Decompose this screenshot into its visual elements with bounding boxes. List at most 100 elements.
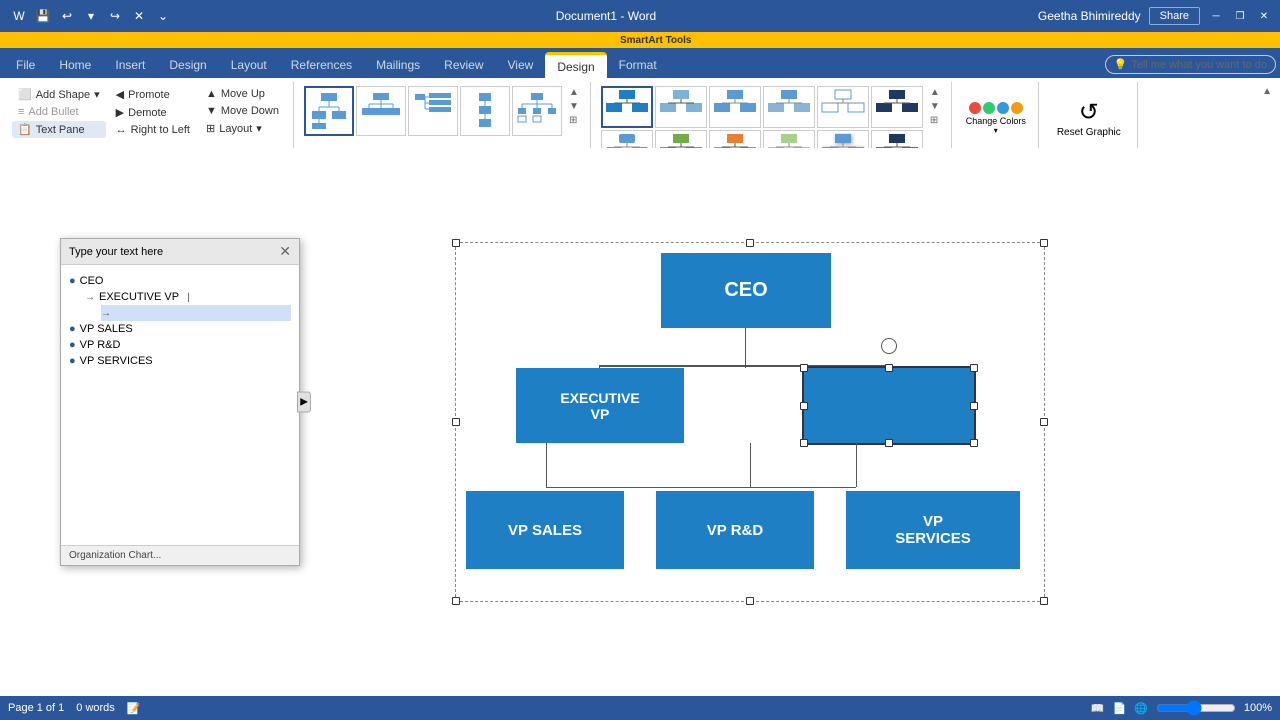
demote-button[interactable]: ▶ Demote [110, 104, 196, 121]
tab-home[interactable]: Home [47, 52, 103, 78]
new-handle-tl[interactable] [800, 364, 808, 372]
move-down-button[interactable]: ▼ Move Down [200, 103, 285, 119]
tab-view[interactable]: View [496, 52, 546, 78]
text-pane-expand-button[interactable]: ▶ [297, 392, 311, 413]
handle-bl[interactable] [452, 597, 460, 605]
tab-format[interactable]: Format [607, 52, 669, 78]
status-bar: Page 1 of 1 0 words 📝 📖 📄 🌐 100% [0, 696, 1280, 720]
tab-file[interactable]: File [4, 52, 47, 78]
layout-thumb-2[interactable] [356, 86, 406, 136]
style-thumb-4[interactable] [763, 86, 815, 128]
style-thumb-6[interactable] [871, 86, 923, 128]
smartart-diagram-area[interactable]: CEO EXECUTIVEVP [300, 228, 1200, 616]
proofing-icon[interactable]: 📝 [127, 702, 141, 715]
promote-button[interactable]: ◀ Promote [110, 86, 196, 103]
new-handle-tc[interactable] [885, 364, 893, 372]
add-shape-button[interactable]: ⬜ Add Shape ▾ [12, 86, 106, 103]
style-thumb-simple-fill[interactable] [601, 86, 653, 128]
new-handle-mr[interactable] [970, 402, 978, 410]
change-colors-button[interactable]: Change Colors ▾ [962, 98, 1030, 139]
handle-br[interactable] [1040, 597, 1048, 605]
bullet-new: → [101, 308, 111, 319]
smartart-node-ceo[interactable]: CEO [661, 253, 831, 328]
layout-button[interactable]: ⊞ Layout ▾ [200, 120, 285, 137]
web-view-icon[interactable]: 🌐 [1134, 702, 1148, 715]
layout-dropdown[interactable]: ▾ [256, 122, 262, 135]
restore-button[interactable]: ❐ [1232, 8, 1248, 24]
change-colors-dropdown[interactable]: ▾ [994, 126, 998, 135]
right-to-left-button[interactable]: ↔ Right to Left [110, 122, 196, 138]
add-bullet-button[interactable]: ≡ Add Bullet [12, 104, 106, 120]
tab-layout[interactable]: Layout [219, 52, 279, 78]
tab-references[interactable]: References [279, 52, 364, 78]
promote-icon: ◀ [116, 88, 124, 101]
tab-insert[interactable]: Insert [103, 52, 157, 78]
handle-mr[interactable] [1040, 418, 1048, 426]
tab-mailings[interactable]: Mailings [364, 52, 432, 78]
close-edit-button[interactable]: ✕ [128, 5, 150, 27]
cursor-exec-vp: | [187, 292, 190, 303]
handle-tc[interactable] [746, 239, 754, 247]
undo-dropdown[interactable]: ▾ [80, 5, 102, 27]
smartart-node-new[interactable]: ↻ [804, 368, 974, 443]
tab-review[interactable]: Review [432, 52, 495, 78]
smartart-node-vp-services[interactable]: VPSERVICES [846, 491, 1020, 569]
gallery-expand[interactable]: ⊞ [566, 114, 582, 127]
layout-thumb-3[interactable] [408, 86, 458, 136]
tab-design[interactable]: Design [157, 52, 218, 78]
text-pane-item-new[interactable]: → [101, 305, 291, 321]
smartart-node-exec-vp[interactable]: EXECUTIVEVP [516, 368, 684, 443]
styles-scroll-down[interactable]: ▼ [927, 100, 943, 113]
text-pane-item-ceo: ● CEO [69, 273, 291, 289]
redo-button[interactable]: ↪ [104, 5, 126, 27]
styles-scroll-up[interactable]: ▲ [927, 86, 943, 99]
new-rotate-handle[interactable]: ↻ [881, 338, 897, 354]
layout-thumb-1[interactable] [304, 86, 354, 136]
handle-ml[interactable] [452, 418, 460, 426]
share-button[interactable]: Share [1149, 7, 1200, 25]
smartart-node-vp-sales[interactable]: VP SALES [466, 491, 624, 569]
customize-quick-access[interactable]: ⌄ [152, 5, 174, 27]
document-page[interactable]: Type your text here ✕ ● CEO → EXECUTIVE … [0, 148, 1280, 696]
smartart-selection-container: CEO EXECUTIVEVP [455, 242, 1045, 602]
print-layout-icon[interactable]: 📄 [1112, 702, 1126, 715]
new-handle-bl[interactable] [800, 439, 808, 447]
handle-bc[interactable] [746, 597, 754, 605]
close-button[interactable]: ✕ [1256, 8, 1272, 24]
minimize-button[interactable]: ─ [1208, 8, 1224, 24]
smartart-node-vp-rd[interactable]: VP R&D [656, 491, 814, 569]
new-handle-bc[interactable] [885, 439, 893, 447]
document-title: Document1 - Word [556, 9, 656, 23]
tab-design-smartart[interactable]: Design [545, 52, 606, 78]
styles-expand[interactable]: ⊞ [927, 114, 943, 127]
new-handle-tr[interactable] [970, 364, 978, 372]
new-handle-ml[interactable] [800, 402, 808, 410]
tp-input-new[interactable] [115, 307, 291, 319]
read-mode-icon[interactable]: 📖 [1091, 702, 1105, 715]
reset-content: ↺ Reset Graphic [1049, 84, 1129, 152]
handle-tr[interactable] [1040, 239, 1048, 247]
tell-me-input[interactable]: 💡 Tell me what you want to do [1105, 55, 1276, 74]
gallery-scroll-down[interactable]: ▼ [566, 100, 582, 113]
layout-thumb-5[interactable] [512, 86, 562, 136]
layouts-content: ▲ ▼ ⊞ [304, 84, 582, 152]
gallery-scroll-up[interactable]: ▲ [566, 86, 582, 99]
text-pane-button[interactable]: 📋 Text Pane [12, 121, 106, 138]
text-pane-icon: 📋 [18, 123, 32, 136]
tell-me-placeholder: Tell me what you want to do [1131, 59, 1267, 71]
save-button[interactable]: 💾 [32, 5, 54, 27]
layout-thumb-4[interactable] [460, 86, 510, 136]
tp-text-ceo: CEO [80, 275, 104, 287]
reset-graphic-button[interactable]: ↺ Reset Graphic [1049, 94, 1129, 142]
zoom-slider[interactable] [1156, 700, 1236, 716]
add-shape-dropdown[interactable]: ▾ [94, 88, 100, 101]
style-thumb-3[interactable] [709, 86, 761, 128]
style-thumb-5[interactable] [817, 86, 869, 128]
tp-text-vp-rd: VP R&D [80, 339, 121, 351]
handle-tl[interactable] [452, 239, 460, 247]
undo-button[interactable]: ↩ [56, 5, 78, 27]
new-handle-br[interactable] [970, 439, 978, 447]
text-pane-close-button[interactable]: ✕ [279, 243, 291, 260]
move-up-button[interactable]: ▲ Move Up [200, 86, 285, 102]
style-thumb-2[interactable] [655, 86, 707, 128]
